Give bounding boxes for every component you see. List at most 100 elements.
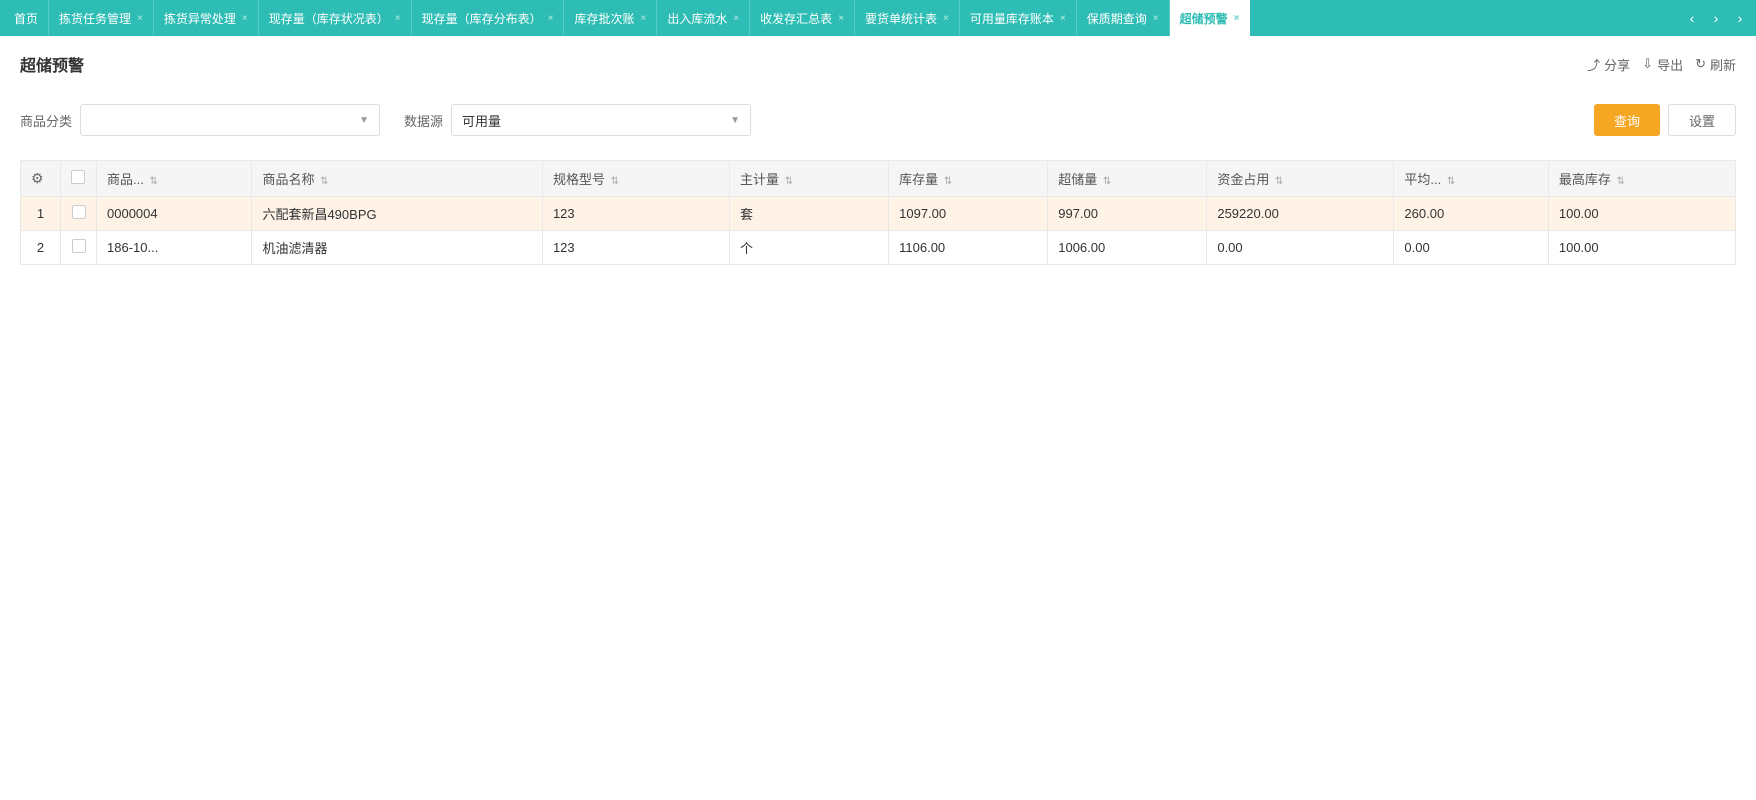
sort-icon: ⇅ [1275, 176, 1283, 187]
product-name: 机油滤清器 [252, 231, 543, 265]
nav-tab-3[interactable]: 现存量（库存状况表） × [259, 0, 412, 36]
page-header: 超储预警 ⤴ 分享 ⇩ 导出 ↻ 刷新 [20, 52, 1736, 76]
th-settings: ⚙ [21, 161, 61, 197]
datasource-label: 数据源 [404, 111, 443, 130]
th-check [61, 161, 97, 197]
overstock: 1006.00 [1048, 231, 1207, 265]
close-icon[interactable]: × [1060, 13, 1066, 24]
nav-more-button[interactable]: › [1728, 0, 1752, 36]
chevron-down-icon: ▼ [730, 115, 740, 126]
close-icon[interactable]: × [395, 13, 401, 24]
max-stock: 100.00 [1548, 197, 1735, 231]
nav-tab-active[interactable]: 超储预警 × [1170, 0, 1251, 36]
product-code: 0000004 [97, 197, 252, 231]
nav-tab-2[interactable]: 拣货异常处理 × [154, 0, 259, 36]
gear-icon[interactable]: ⚙ [31, 170, 44, 186]
nav-tab-9[interactable]: 可用量库存账本 × [960, 0, 1077, 36]
row-checkbox[interactable] [72, 205, 86, 219]
max-stock: 100.00 [1548, 231, 1735, 265]
refresh-button[interactable]: ↻ 刷新 [1695, 55, 1736, 74]
sort-icon: ⇅ [1447, 176, 1455, 187]
category-select[interactable]: ▼ [80, 104, 380, 136]
datasource-select[interactable]: 可用量 ▼ [451, 104, 751, 136]
sort-icon: ⇅ [1103, 176, 1111, 187]
close-icon[interactable]: × [137, 13, 143, 24]
row-checkbox-cell [61, 231, 97, 265]
spec: 123 [542, 231, 729, 265]
page-title: 超储预警 [20, 52, 84, 76]
avg: 260.00 [1394, 197, 1548, 231]
close-icon[interactable]: × [1153, 13, 1159, 24]
datasource-filter: 数据源 可用量 ▼ [404, 104, 751, 136]
filter-actions: 查询 设置 [1594, 104, 1736, 136]
top-navigation: 首页 拣货任务管理 × 拣货异常处理 × 现存量（库存状况表） × 现存量（库存… [0, 0, 1756, 36]
nav-arrows: ‹ › › [1680, 0, 1752, 36]
row-checkbox[interactable] [72, 239, 86, 253]
sort-icon: ⇅ [785, 176, 793, 187]
th-product-code[interactable]: 商品... ⇅ [97, 161, 252, 197]
nav-tab-4[interactable]: 现存量（库存分布表） × [412, 0, 565, 36]
share-button[interactable]: ⤴ 分享 [1587, 55, 1630, 74]
stock: 1106.00 [889, 231, 1048, 265]
th-overstock[interactable]: 超储量 ⇅ [1048, 161, 1207, 197]
nav-tab-6[interactable]: 出入库流水 × [657, 0, 750, 36]
sort-icon: ⇅ [944, 176, 952, 187]
th-max-stock[interactable]: 最高库存 ⇅ [1548, 161, 1735, 197]
chevron-down-icon: ▼ [359, 115, 369, 126]
close-icon[interactable]: × [733, 13, 739, 24]
close-icon[interactable]: × [548, 13, 554, 24]
close-icon[interactable]: × [943, 13, 949, 24]
product-name: 六配套新昌490BPG [252, 197, 543, 231]
nav-next-button[interactable]: › [1704, 0, 1728, 36]
sort-icon: ⇅ [149, 176, 157, 187]
unit: 套 [730, 197, 889, 231]
export-icon: ⇩ [1642, 56, 1653, 72]
nav-tab-7[interactable]: 收发存汇总表 × [750, 0, 855, 36]
share-icon: ⤴ [1587, 55, 1600, 74]
th-stock[interactable]: 库存量 ⇅ [889, 161, 1048, 197]
close-icon[interactable]: × [242, 13, 248, 24]
nav-tab-5[interactable]: 库存批次账 × [564, 0, 657, 36]
capital: 0.00 [1207, 231, 1394, 265]
select-all-checkbox[interactable] [71, 170, 85, 184]
th-spec[interactable]: 规格型号 ⇅ [542, 161, 729, 197]
table-row: 2 186-10... 机油滤清器 123 个 1106.00 1006.00 … [21, 231, 1736, 265]
table-header-row: ⚙ 商品... ⇅ 商品名称 ⇅ 规格型号 ⇅ 主计量 [21, 161, 1736, 197]
nav-tab-10[interactable]: 保质期查询 × [1077, 0, 1170, 36]
th-capital[interactable]: 资金占用 ⇅ [1207, 161, 1394, 197]
sort-icon: ⇅ [1617, 176, 1625, 187]
refresh-icon: ↻ [1695, 56, 1706, 72]
category-filter: 商品分类 ▼ [20, 104, 380, 136]
spec: 123 [542, 197, 729, 231]
row-index: 1 [21, 197, 61, 231]
unit: 个 [730, 231, 889, 265]
nav-prev-button[interactable]: ‹ [1680, 0, 1704, 36]
nav-tab-8[interactable]: 要货单统计表 × [855, 0, 960, 36]
close-icon[interactable]: × [1234, 13, 1240, 24]
page-content: 超储预警 ⤴ 分享 ⇩ 导出 ↻ 刷新 商品分类 ▼ 数据源 [0, 36, 1756, 800]
nav-tab-home[interactable]: 首页 [4, 0, 49, 36]
th-product-name[interactable]: 商品名称 ⇅ [252, 161, 543, 197]
sort-icon: ⇅ [320, 176, 328, 187]
stock: 1097.00 [889, 197, 1048, 231]
th-avg[interactable]: 平均... ⇅ [1394, 161, 1548, 197]
avg: 0.00 [1394, 231, 1548, 265]
filter-bar: 商品分类 ▼ 数据源 可用量 ▼ 查询 设置 [20, 92, 1736, 148]
capital: 259220.00 [1207, 197, 1394, 231]
query-button[interactable]: 查询 [1594, 104, 1660, 136]
sort-icon: ⇅ [611, 176, 619, 187]
export-button[interactable]: ⇩ 导出 [1642, 55, 1683, 74]
nav-tab-1[interactable]: 拣货任务管理 × [49, 0, 154, 36]
row-index: 2 [21, 231, 61, 265]
settings-button[interactable]: 设置 [1668, 104, 1736, 136]
close-icon[interactable]: × [838, 13, 844, 24]
product-code: 186-10... [97, 231, 252, 265]
header-actions: ⤴ 分享 ⇩ 导出 ↻ 刷新 [1587, 55, 1736, 74]
th-unit[interactable]: 主计量 ⇅ [730, 161, 889, 197]
data-table: ⚙ 商品... ⇅ 商品名称 ⇅ 规格型号 ⇅ 主计量 [20, 160, 1736, 265]
row-checkbox-cell [61, 197, 97, 231]
category-label: 商品分类 [20, 111, 72, 130]
overstock: 997.00 [1048, 197, 1207, 231]
close-icon[interactable]: × [640, 13, 646, 24]
datasource-select-value: 可用量 [462, 111, 501, 130]
